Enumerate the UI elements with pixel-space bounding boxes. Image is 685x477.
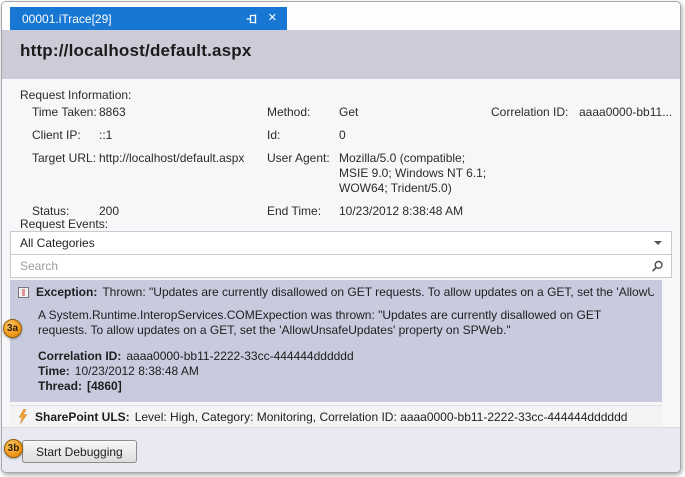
field-value: 200: [99, 204, 267, 219]
field-value: ::1: [99, 128, 267, 143]
field-label: Time Taken:: [32, 105, 99, 120]
request-information-grid: Time Taken: 8863 Method: Get Correlation…: [32, 105, 674, 219]
lightning-bolt-icon: [18, 409, 28, 424]
search-icon[interactable]: [651, 260, 664, 273]
thread-label: Thread:: [38, 379, 82, 393]
intellitrace-window: 00001.iTrace[29] ✕ http://localhost/defa…: [1, 1, 681, 473]
exception-event-icon: [18, 287, 29, 298]
field-label: Target URL:: [32, 151, 99, 166]
event-list: Exception: Thrown: "Updates are currently…: [10, 280, 662, 428]
field-value-user-agent: Mozilla/5.0 (compatible; MSIE 9.0; Windo…: [339, 151, 491, 196]
time-label: Time:: [38, 364, 70, 378]
category-filter-value: All Categories: [20, 236, 95, 250]
correlation-id-value: aaaa0000-bb11-2222-33cc-444444dddddd: [126, 349, 353, 363]
exception-description: A System.Runtime.InteropServices.COMExpe…: [38, 308, 638, 338]
sharepoint-uls-event-row[interactable]: SharePoint ULS: Level: High, Category: Mo…: [10, 405, 662, 428]
field-label: Id:: [267, 128, 339, 143]
exception-event-label: Exception:: [36, 285, 97, 299]
thread-value: [4860]: [87, 379, 122, 393]
document-tab-strip: 00001.iTrace[29] ✕: [2, 2, 680, 30]
field-value: 8863: [99, 105, 267, 120]
screenshot-root: 00001.iTrace[29] ✕ http://localhost/defa…: [0, 0, 685, 477]
field-value: 0: [339, 128, 491, 143]
request-information-heading: Request Information:: [20, 88, 131, 102]
page-title-bar: http://localhost/default.aspx: [2, 30, 680, 79]
start-debugging-button[interactable]: Start Debugging: [22, 440, 137, 463]
exception-event-detail: A System.Runtime.InteropServices.COMExpe…: [38, 308, 654, 394]
field-label: Client IP:: [32, 128, 99, 143]
category-filter-dropdown[interactable]: All Categories: [10, 231, 672, 255]
bottom-bar: Start Debugging: [2, 427, 680, 472]
field-label: Method:: [267, 105, 339, 120]
exception-time-field: Time: 10/23/2012 8:38:48 AM: [38, 364, 654, 379]
pin-icon[interactable]: [246, 13, 259, 25]
field-label: End Time:: [267, 204, 339, 219]
exception-event-summary: Thrown: "Updates are currently disallowe…: [102, 285, 654, 299]
field-label: User Agent:: [267, 151, 339, 166]
uls-event-text: Level: High, Category: Monitoring, Corre…: [135, 410, 628, 424]
field-value: 10/23/2012 8:38:48 AM: [339, 204, 491, 219]
field-label: Correlation ID:: [491, 105, 579, 120]
uls-event-label: SharePoint ULS:: [35, 410, 130, 424]
search-input[interactable]: [20, 259, 651, 273]
close-icon[interactable]: ✕: [268, 13, 277, 24]
callout-badge-3b: 3b: [4, 439, 23, 458]
document-tab-label: 00001.iTrace[29]: [22, 12, 112, 26]
time-value: 10/23/2012 8:38:48 AM: [75, 364, 199, 378]
chevron-down-icon: [654, 241, 662, 245]
document-tab[interactable]: 00001.iTrace[29] ✕: [10, 7, 287, 30]
correlation-id-label: Correlation ID:: [38, 349, 121, 363]
field-value: http://localhost/default.aspx: [99, 151, 267, 166]
callout-badge-3a: 3a: [3, 319, 22, 338]
event-search-box: [10, 254, 672, 278]
exception-event-header: Exception: Thrown: "Updates are currently…: [18, 285, 654, 299]
exception-correlation-field: Correlation ID: aaaa0000-bb11-2222-33cc-4…: [38, 349, 654, 364]
main-content: Request Information: Time Taken: 8863 Me…: [2, 79, 680, 472]
request-events-heading: Request Events:: [20, 217, 108, 231]
exception-thread-field: Thread: [4860]: [38, 379, 654, 394]
exception-event-row[interactable]: Exception: Thrown: "Updates are currently…: [10, 280, 662, 402]
field-value: aaaa0000-bb11...: [579, 105, 674, 120]
field-value: Get: [339, 105, 491, 120]
page-title: http://localhost/default.aspx: [20, 41, 252, 61]
